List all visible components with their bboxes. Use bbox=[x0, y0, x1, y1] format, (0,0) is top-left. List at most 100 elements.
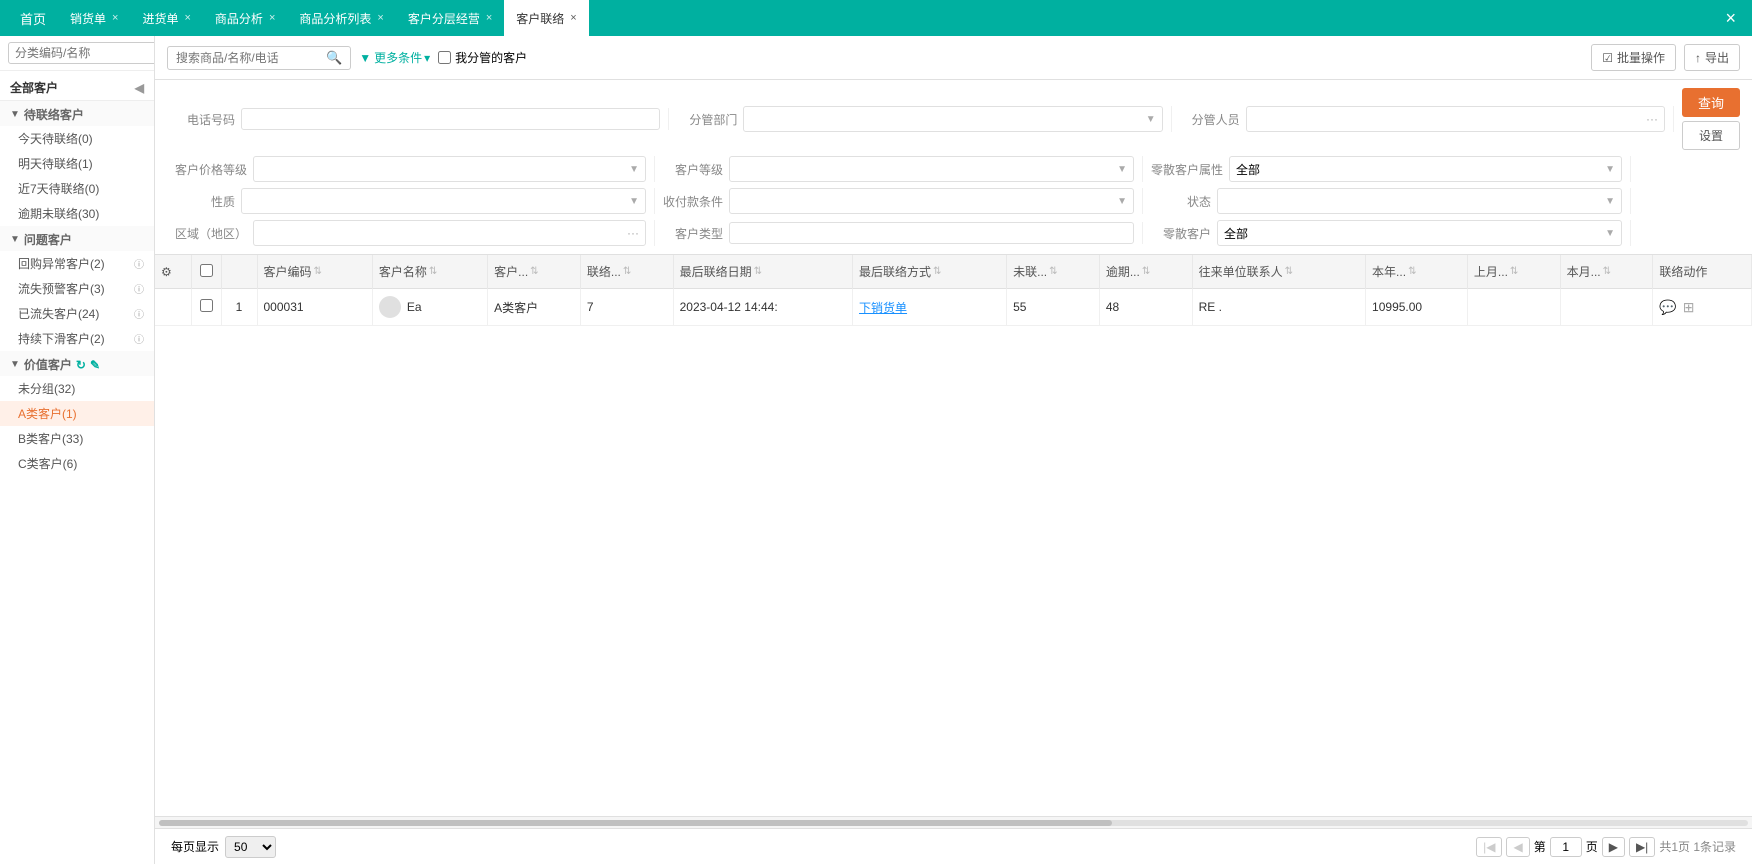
batch-ops-button[interactable]: ☑ 批量操作 bbox=[1591, 44, 1676, 71]
nav-product-analysis[interactable]: 商品分析 × bbox=[203, 0, 287, 36]
sort-not-linked: ⇅ bbox=[1049, 266, 1057, 277]
row-this-month-cell bbox=[1560, 289, 1653, 326]
dept-select[interactable]: ▼ bbox=[743, 106, 1162, 132]
retail-customer-select[interactable]: 全部 ▼ bbox=[1217, 220, 1622, 246]
close-contact-tab[interactable]: × bbox=[570, 12, 576, 24]
th-overdue[interactable]: 逾期... ⇅ bbox=[1099, 255, 1192, 289]
nav-customer-contact[interactable]: 客户联络 × bbox=[504, 0, 588, 36]
customer-type-input[interactable] bbox=[729, 222, 1134, 244]
more-conditions-btn[interactable]: ▼ 更多条件 ▾ bbox=[359, 49, 430, 66]
sidebar-collapse-icon[interactable]: ◀ bbox=[135, 81, 144, 95]
sidebar-item-7days[interactable]: 近7天待联络(0) bbox=[0, 176, 154, 201]
nav-purchase[interactable]: 进货单 × bbox=[130, 0, 202, 36]
row-code-cell: 000031 bbox=[257, 289, 372, 326]
scrollbar-thumb[interactable] bbox=[159, 820, 1112, 826]
customers-table: ⚙ 客户编码 ⇅ bbox=[155, 255, 1752, 326]
problem-customers-group[interactable]: ▼ 问题客户 bbox=[0, 226, 154, 251]
close-product-tab[interactable]: × bbox=[269, 12, 275, 24]
main-layout: 🔍 全部客户 ◀ ▼ 待联络客户 今天待联络(0) 明天待联络(1) 近7天待联… bbox=[0, 36, 1752, 864]
customer-type-label: 客户类型 bbox=[663, 225, 723, 242]
query-button[interactable]: 查询 bbox=[1682, 88, 1740, 117]
region-input[interactable]: ··· bbox=[253, 220, 646, 246]
my-customers-check[interactable] bbox=[438, 51, 451, 64]
page-number-input[interactable] bbox=[1550, 837, 1582, 857]
value-customers-group[interactable]: ▼ 价值客户 ↻ ✎ bbox=[0, 351, 154, 376]
row-contact-cell: 7 bbox=[580, 289, 673, 326]
per-page-select[interactable]: 50 100 bbox=[225, 836, 276, 858]
sidebar-item-ungrouped[interactable]: 未分组(32) bbox=[0, 376, 154, 401]
retail-customer-label: 零散客户 bbox=[1151, 225, 1211, 242]
th-name[interactable]: 客户名称 ⇅ bbox=[372, 255, 487, 289]
th-this-year[interactable]: 本年... ⇅ bbox=[1366, 255, 1468, 289]
category-search-input[interactable] bbox=[8, 42, 155, 64]
per-page-label: 每页显示 bbox=[171, 838, 219, 855]
main-search-icon[interactable]: 🔍 bbox=[326, 50, 342, 66]
right-actions: ☑ 批量操作 ↑ 导出 bbox=[1591, 44, 1740, 71]
value-group-edit[interactable]: ✎ bbox=[90, 358, 100, 372]
first-page-btn[interactable]: |◀ bbox=[1476, 837, 1502, 857]
customer-level-select[interactable]: ▼ bbox=[729, 156, 1134, 182]
th-not-linked[interactable]: 未联... ⇅ bbox=[1007, 255, 1100, 289]
grid-action-icon[interactable]: ⊞ bbox=[1683, 299, 1695, 316]
retail-attr-select[interactable]: 全部 ▼ bbox=[1229, 156, 1622, 182]
pending-contact-group[interactable]: ▼ 待联络客户 bbox=[0, 101, 154, 126]
chat-action-icon[interactable]: 💬 bbox=[1659, 299, 1676, 316]
sidebar-item-overdue[interactable]: 逾期未联络(30) bbox=[0, 201, 154, 226]
close-sales-tab[interactable]: × bbox=[112, 12, 118, 24]
settings-gear-icon[interactable]: ⚙ bbox=[161, 265, 172, 279]
settings-button[interactable]: 设置 bbox=[1682, 121, 1740, 150]
sidebar-item-declining[interactable]: 持续下滑客户(2) ⓘ bbox=[0, 326, 154, 351]
last-method-link[interactable]: 下销货单 bbox=[859, 301, 907, 315]
row-name-cell: Ea bbox=[372, 289, 487, 326]
sidebar-item-tomorrow[interactable]: 明天待联络(1) bbox=[0, 151, 154, 176]
th-settings[interactable]: ⚙ bbox=[155, 255, 191, 289]
my-customers-checkbox[interactable]: 我分管的客户 bbox=[438, 49, 527, 66]
horizontal-scrollbar[interactable] bbox=[155, 816, 1752, 828]
prev-page-btn[interactable]: ◀ bbox=[1506, 837, 1529, 857]
sidebar-item-class-b[interactable]: B类客户(33) bbox=[0, 426, 154, 451]
payment-select[interactable]: ▼ bbox=[729, 188, 1134, 214]
row-checkbox[interactable] bbox=[200, 299, 213, 312]
nav-sales[interactable]: 销货单 × bbox=[58, 0, 130, 36]
sidebar-item-today[interactable]: 今天待联络(0) bbox=[0, 126, 154, 151]
last-page-btn[interactable]: ▶| bbox=[1629, 837, 1655, 857]
th-type[interactable]: 客户... ⇅ bbox=[488, 255, 581, 289]
sidebar-item-class-a[interactable]: A类客户(1) bbox=[0, 401, 154, 426]
close-all-button[interactable]: × bbox=[1717, 8, 1744, 29]
price-level-select[interactable]: ▼ bbox=[253, 156, 646, 182]
sidebar-item-churn-warning[interactable]: 流失预警客户(3) ⓘ bbox=[0, 276, 154, 301]
all-customers-label: 全部客户 bbox=[10, 79, 58, 96]
sidebar-item-churned[interactable]: 已流失客户(24) ⓘ bbox=[0, 301, 154, 326]
th-contact[interactable]: 联络... ⇅ bbox=[580, 255, 673, 289]
total-info-label: 共1页 1条记录 bbox=[1659, 838, 1736, 855]
th-last-date[interactable]: 最后联络日期 ⇅ bbox=[673, 255, 852, 289]
th-this-month[interactable]: 本月... ⇅ bbox=[1560, 255, 1653, 289]
nav-home[interactable]: 首页 bbox=[8, 0, 58, 36]
main-search-input[interactable] bbox=[176, 51, 326, 65]
next-page-btn[interactable]: ▶ bbox=[1602, 837, 1625, 857]
manager-input[interactable]: ··· bbox=[1246, 106, 1665, 132]
customer-level-arrow: ▼ bbox=[1117, 164, 1127, 175]
export-button[interactable]: ↑ 导出 bbox=[1684, 44, 1740, 71]
close-product-list-tab[interactable]: × bbox=[377, 12, 383, 24]
phone-input[interactable] bbox=[241, 108, 660, 130]
close-purchase-tab[interactable]: × bbox=[184, 12, 190, 24]
value-group-refresh[interactable]: ↻ bbox=[76, 358, 86, 372]
sidebar-item-repurchase[interactable]: 回购异常客户(2) ⓘ bbox=[0, 251, 154, 276]
filter-dept: 分管部门 ▼ bbox=[669, 106, 1171, 132]
th-code[interactable]: 客户编码 ⇅ bbox=[257, 255, 372, 289]
nav-product-list[interactable]: 商品分析列表 × bbox=[287, 0, 395, 36]
th-last-month[interactable]: 上月... ⇅ bbox=[1467, 255, 1560, 289]
filter-retail-customer: 零散客户 全部 ▼ bbox=[1143, 220, 1631, 246]
th-company-contact[interactable]: 往来单位联系人 ⇅ bbox=[1192, 255, 1365, 289]
select-all-checkbox[interactable] bbox=[200, 264, 213, 277]
th-last-method[interactable]: 最后联络方式 ⇅ bbox=[853, 255, 1007, 289]
all-customers-header[interactable]: 全部客户 ◀ bbox=[0, 71, 154, 101]
nature-select[interactable]: ▼ bbox=[241, 188, 646, 214]
sort-contact: ⇅ bbox=[623, 266, 631, 277]
nav-customer-segment[interactable]: 客户分层经营 × bbox=[396, 0, 504, 36]
close-segment-tab[interactable]: × bbox=[486, 12, 492, 24]
sort-last-month: ⇅ bbox=[1510, 266, 1518, 277]
sidebar-item-class-c[interactable]: C类客户(6) bbox=[0, 451, 154, 476]
status-select[interactable]: ▼ bbox=[1217, 188, 1622, 214]
